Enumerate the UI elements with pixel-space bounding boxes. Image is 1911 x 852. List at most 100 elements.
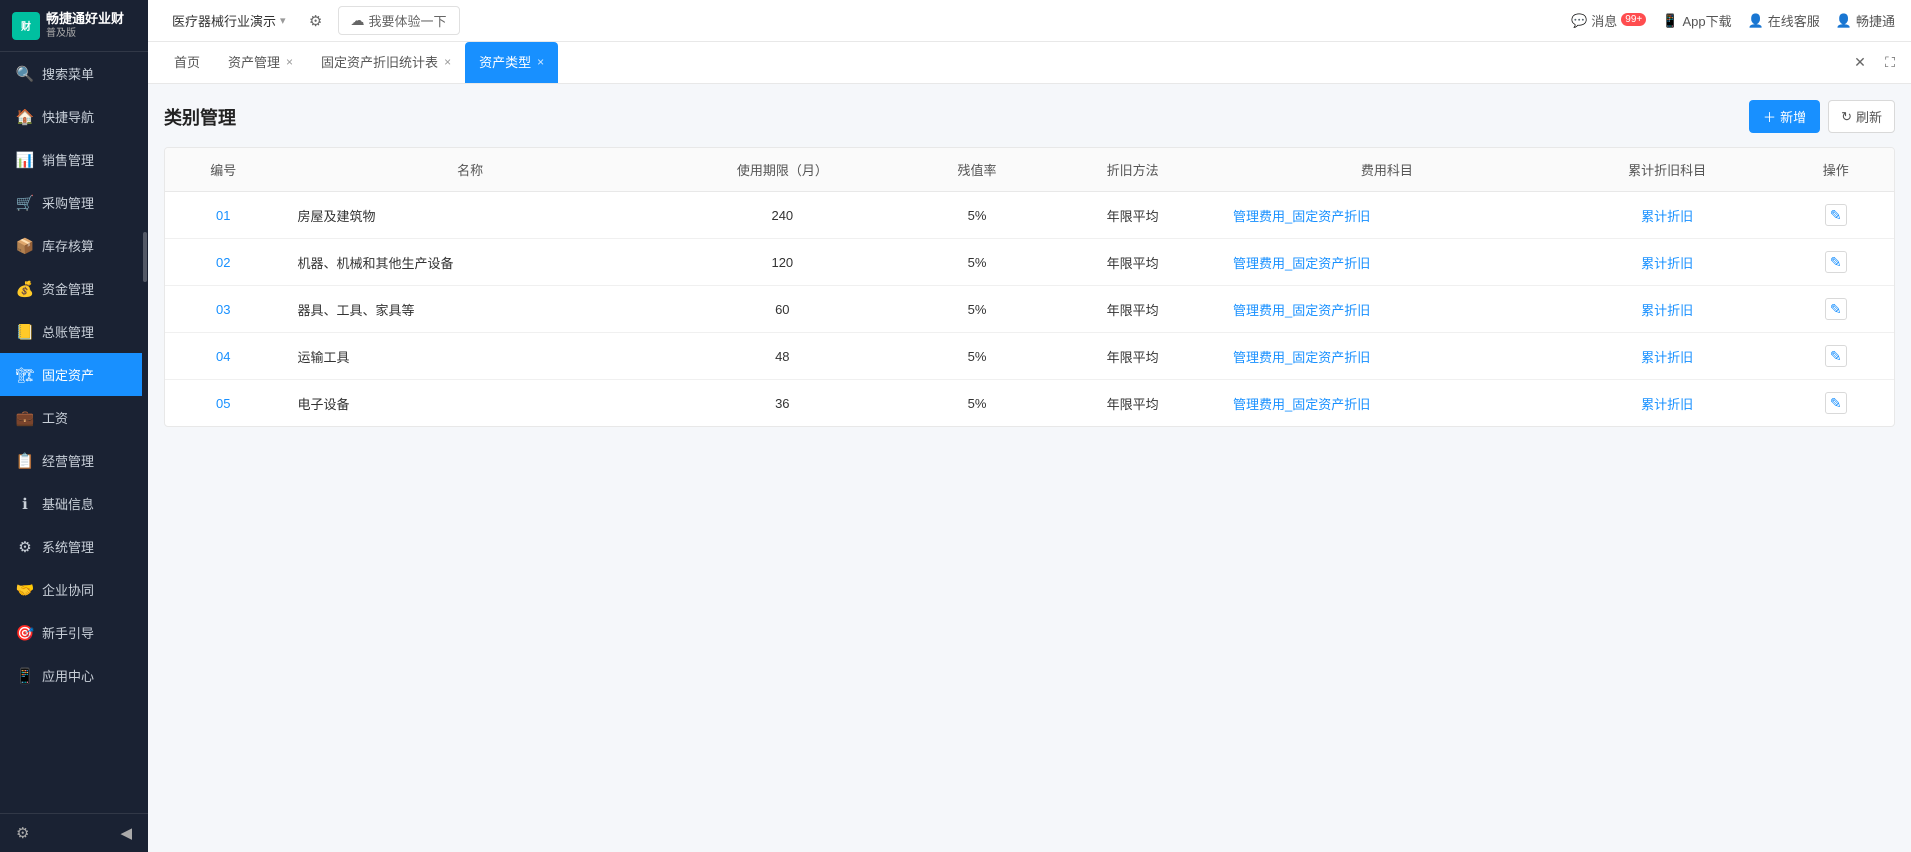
app-download-button[interactable]: 📱 App下载	[1662, 11, 1731, 30]
tab-report-close[interactable]: ×	[444, 56, 451, 68]
col-header-method: 折旧方法	[1048, 148, 1217, 192]
sidebar-label-search: 搜索菜单	[42, 64, 94, 83]
refresh-label: 刷新	[1856, 107, 1882, 126]
expand-tab-button[interactable]: ⛶	[1877, 50, 1903, 76]
sidebar-item-sales[interactable]: 📊 销售管理	[0, 138, 142, 181]
logo-sub-text: 普及版	[46, 27, 124, 40]
tab-type[interactable]: 资产类型 ×	[465, 42, 558, 83]
fixed-asset-icon: 🏗	[16, 366, 34, 384]
guide-icon: 🎯	[16, 624, 34, 642]
refresh-icon: ↻	[1841, 109, 1852, 125]
collapse-icon[interactable]: ◀	[120, 824, 132, 842]
top-right: 💬 消息 99+ 📱 App下载 👤 在线客服 👤 畅捷通	[1571, 11, 1895, 30]
message-button[interactable]: 💬 消息 99+	[1571, 11, 1646, 30]
sidebar-item-ops[interactable]: 📋 经营管理	[0, 439, 142, 482]
tab-report[interactable]: 固定资产折旧统计表 ×	[307, 42, 465, 83]
tab-type-close[interactable]: ×	[537, 56, 544, 68]
sidebar-item-purchase[interactable]: 🛒 采购管理	[0, 181, 142, 224]
data-table: 编号 名称 使用期限（月） 残值率 折旧方法 费用科目 累计折旧科目 操作 01…	[164, 147, 1895, 427]
sidebar-scrollbar	[142, 52, 148, 813]
sidebar-item-ledger[interactable]: 📒 总账管理	[0, 310, 142, 353]
service-icon: 👤	[1748, 13, 1764, 29]
edit-button-2[interactable]: ✎	[1825, 251, 1847, 273]
user-icon: 👤	[1836, 13, 1852, 29]
main-area: 医疗器械行业演示 ▾ ⚙ ☁ 我要体验一下 💬 消息 99+ 📱 App下载 👤…	[148, 0, 1911, 852]
sidebar-item-corp[interactable]: 🤝 企业协同	[0, 568, 142, 611]
sidebar-item-capital[interactable]: 💰 资金管理	[0, 267, 142, 310]
new-button[interactable]: ＋ 新增	[1749, 100, 1820, 133]
message-label: 消息	[1591, 11, 1617, 30]
industry-selector[interactable]: 医疗器械行业演示 ▾	[164, 7, 294, 34]
tab-home-label: 首页	[174, 52, 200, 71]
sidebar-label-ledger: 总账管理	[42, 322, 94, 341]
customer-service-button[interactable]: 👤 在线客服	[1748, 11, 1820, 30]
col-header-action: 操作	[1778, 148, 1895, 192]
sidebar-label-ops: 经营管理	[42, 451, 94, 470]
cell-expense-2: 管理费用_固定资产折旧	[1217, 239, 1557, 286]
stock-icon: 📦	[16, 237, 34, 255]
sidebar-item-search[interactable]: 🔍 搜索菜单	[0, 52, 142, 95]
cell-accum-2: 累计折旧	[1557, 239, 1778, 286]
sidebar-item-info[interactable]: ℹ 基础信息	[0, 482, 142, 525]
info-icon: ℹ	[16, 495, 34, 513]
top-header: 医疗器械行业演示 ▾ ⚙ ☁ 我要体验一下 💬 消息 99+ 📱 App下载 👤…	[148, 0, 1911, 42]
search-icon: 🔍	[16, 65, 34, 83]
cell-residual-5: 5%	[906, 380, 1049, 427]
ledger-icon: 📒	[16, 323, 34, 341]
tab-bar: 首页 资产管理 × 固定资产折旧统计表 × 资产类型 × ✕ ⛶	[148, 42, 1911, 84]
table-row: 03 器具、工具、家具等 60 5% 年限平均 管理费用_固定资产折旧 累计折旧…	[165, 286, 1894, 333]
tab-asset-close[interactable]: ×	[286, 56, 293, 68]
message-icon: 💬	[1571, 13, 1587, 29]
edit-button-3[interactable]: ✎	[1825, 298, 1847, 320]
cell-action-2: ✎	[1778, 239, 1895, 286]
sidebar-item-guide[interactable]: 🎯 新手引导	[0, 611, 142, 654]
purchase-icon: 🛒	[16, 194, 34, 212]
tab-type-label: 资产类型	[479, 52, 531, 71]
system-icon: ⚙	[16, 538, 34, 556]
cell-id-1: 01	[165, 192, 281, 239]
sidebar-item-stock[interactable]: 📦 库存核算	[0, 224, 142, 267]
experience-button[interactable]: ☁ 我要体验一下	[338, 6, 460, 35]
settings-footer-icon[interactable]: ⚙	[16, 824, 29, 842]
refresh-button[interactable]: ↻ 刷新	[1828, 100, 1895, 133]
sidebar-item-apps[interactable]: 📱 应用中心	[0, 654, 142, 697]
gear-button[interactable]: ⚙	[302, 7, 330, 35]
table-row: 02 机器、机械和其他生产设备 120 5% 年限平均 管理费用_固定资产折旧 …	[165, 239, 1894, 286]
page-header: 类别管理 ＋ 新增 ↻ 刷新	[164, 100, 1895, 133]
sidebar-item-fixed[interactable]: 🏗 固定资产	[0, 353, 142, 396]
table-row: 01 房屋及建筑物 240 5% 年限平均 管理费用_固定资产折旧 累计折旧 ✎	[165, 192, 1894, 239]
sidebar-label-apps: 应用中心	[42, 666, 94, 685]
sidebar-item-quicknav[interactable]: 🏠 快捷导航	[0, 95, 142, 138]
category-table: 编号 名称 使用期限（月） 残值率 折旧方法 费用科目 累计折旧科目 操作 01…	[165, 148, 1894, 426]
sales-icon: 📊	[16, 151, 34, 169]
service-label: 在线客服	[1768, 11, 1820, 30]
cell-name-4: 运输工具	[281, 333, 658, 380]
cell-id-3: 03	[165, 286, 281, 333]
edit-button-4[interactable]: ✎	[1825, 345, 1847, 367]
plus-icon: ＋	[1763, 107, 1776, 126]
cell-months-3: 60	[659, 286, 906, 333]
logo-main-text: 畅捷通好业财	[46, 11, 124, 28]
col-header-residual: 残值率	[906, 148, 1049, 192]
tab-asset[interactable]: 资产管理 ×	[214, 42, 307, 83]
edit-button-5[interactable]: ✎	[1825, 392, 1847, 414]
apps-icon: 📱	[16, 667, 34, 685]
tab-controls: ✕ ⛶	[1847, 50, 1903, 76]
sidebar-item-salary[interactable]: 💼 工资	[0, 396, 142, 439]
tab-asset-label: 资产管理	[228, 52, 280, 71]
sidebar-nav: 🔍 搜索菜单 🏠 快捷导航 📊 销售管理 🛒 采购管理 📦 库存核算 💰	[0, 52, 142, 813]
user-button[interactable]: 👤 畅捷通	[1836, 11, 1895, 30]
sidebar-label-guide: 新手引导	[42, 623, 94, 642]
cell-expense-3: 管理费用_固定资产折旧	[1217, 286, 1557, 333]
close-tab-button[interactable]: ✕	[1847, 50, 1873, 76]
table-header-row: 编号 名称 使用期限（月） 残值率 折旧方法 费用科目 累计折旧科目 操作	[165, 148, 1894, 192]
sidebar-label-capital: 资金管理	[42, 279, 94, 298]
cell-residual-1: 5%	[906, 192, 1049, 239]
capital-icon: 💰	[16, 280, 34, 298]
app-icon: 📱	[1662, 13, 1678, 29]
app-logo: 财 畅捷通好业财 普及版	[0, 0, 148, 52]
cell-id-4: 04	[165, 333, 281, 380]
sidebar-item-system[interactable]: ⚙ 系统管理	[0, 525, 142, 568]
edit-button-1[interactable]: ✎	[1825, 204, 1847, 226]
tab-home[interactable]: 首页	[160, 42, 214, 83]
